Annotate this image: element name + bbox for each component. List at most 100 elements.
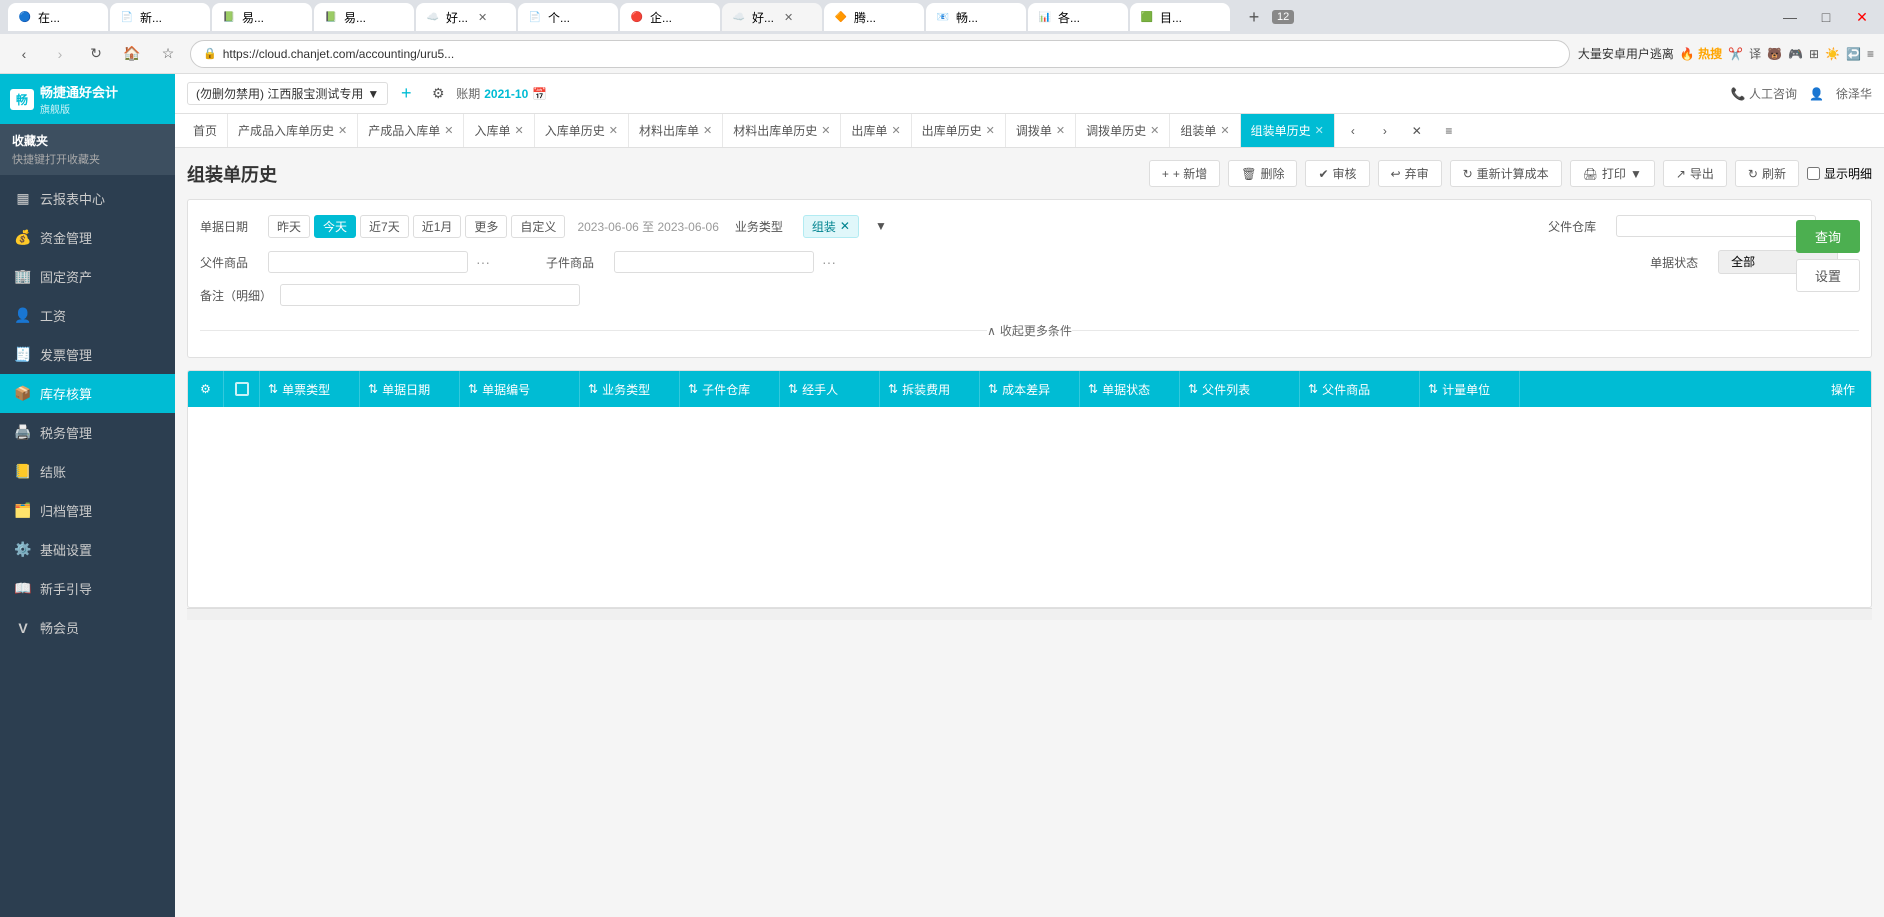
- parent-goods-more-icon[interactable]: ···: [476, 254, 490, 270]
- nav-tab-stock-out-hist-close[interactable]: ✕: [986, 124, 995, 137]
- select-all-checkbox[interactable]: [235, 382, 249, 396]
- abandon-button[interactable]: ↩ 弃审: [1378, 160, 1442, 187]
- tab-5[interactable]: ☁️ 好... ✕: [416, 3, 516, 31]
- th-bill-status-sort[interactable]: ⇅: [1088, 382, 1098, 396]
- query-button[interactable]: 查询: [1796, 220, 1860, 253]
- sidebar-item-closing[interactable]: 📒 结账: [0, 452, 175, 491]
- tab-1[interactable]: 🔵 在...: [8, 3, 108, 31]
- translate-icon[interactable]: 译: [1749, 45, 1761, 62]
- print-button[interactable]: 🖨 打印 ▼: [1570, 160, 1655, 187]
- nav-tab-stock-out-hist[interactable]: 出库单历史 ✕: [912, 114, 1006, 148]
- nav-tab-home[interactable]: 首页: [183, 114, 228, 148]
- sidebar-item-guide[interactable]: 📖 新手引导: [0, 569, 175, 608]
- company-selector[interactable]: (勿删勿禁用) 江西服宝测试专用 ▼: [187, 82, 388, 105]
- more-date-btn[interactable]: 更多: [465, 215, 507, 238]
- nav-tab-transfer-hist-close[interactable]: ✕: [1150, 124, 1159, 137]
- tab-3[interactable]: 📗 易...: [212, 3, 312, 31]
- tab-2[interactable]: 📄 新...: [110, 3, 210, 31]
- th-business-type-sort[interactable]: ⇅: [588, 382, 598, 396]
- tab-4[interactable]: 📗 易...: [314, 3, 414, 31]
- th-child-warehouse-sort[interactable]: ⇅: [688, 382, 698, 396]
- nav-tab-assembly-hist-close[interactable]: ✕: [1315, 124, 1324, 137]
- th-teardown-cost-sort[interactable]: ⇅: [888, 382, 898, 396]
- th-bill-type-sort[interactable]: ⇅: [268, 382, 278, 396]
- menu-icon[interactable]: ≡: [1867, 47, 1874, 61]
- nav-tab-stock-in[interactable]: 入库单 ✕: [464, 114, 534, 148]
- th-bill-no-sort[interactable]: ⇅: [468, 382, 478, 396]
- business-type-dropdown[interactable]: ▼: [867, 212, 895, 240]
- new-button[interactable]: + + 新增: [1149, 160, 1220, 187]
- scroll-left-button[interactable]: ‹: [1339, 117, 1367, 145]
- th-cost-diff-sort[interactable]: ⇅: [988, 382, 998, 396]
- address-bar[interactable]: 🔒 https://cloud.chanjet.com/accounting/u…: [190, 40, 1570, 68]
- th-bill-date-sort[interactable]: ⇅: [368, 382, 378, 396]
- nav-tab-transfer[interactable]: 调拨单 ✕: [1006, 114, 1076, 148]
- sidebar-item-tax[interactable]: 🖨️ 税务管理: [0, 413, 175, 452]
- nav-tab-stock-out-close[interactable]: ✕: [891, 124, 900, 137]
- horizontal-scrollbar[interactable]: [187, 608, 1872, 620]
- collapse-button[interactable]: ∧ 收起更多条件: [987, 316, 1072, 345]
- maximize-button[interactable]: □: [1812, 3, 1840, 31]
- audit-button[interactable]: ✔ 审核: [1305, 160, 1369, 187]
- bookmark-button[interactable]: ☆: [154, 40, 182, 68]
- customer-service[interactable]: 📞 人工咨询: [1731, 85, 1797, 102]
- nav-tab-product-in-hist[interactable]: 产成品入库单历史 ✕: [228, 114, 358, 148]
- today-btn[interactable]: 今天: [314, 215, 356, 238]
- nav-tab-stock-in-hist[interactable]: 入库单历史 ✕: [535, 114, 629, 148]
- show-detail-checkbox[interactable]: [1807, 167, 1820, 180]
- export-button[interactable]: ↗ 导出: [1663, 160, 1727, 187]
- sidebar-item-invoice[interactable]: 🧾 发票管理: [0, 335, 175, 374]
- reload-button[interactable]: ↻: [82, 40, 110, 68]
- nav-tab-stock-in-hist-close[interactable]: ✕: [609, 124, 618, 137]
- recalculate-button[interactable]: ↻ 重新计算成本: [1450, 160, 1562, 187]
- company-settings-button[interactable]: ⚙: [424, 80, 452, 108]
- nav-tab-material-out-hist[interactable]: 材料出库单历史 ✕: [723, 114, 841, 148]
- sidebar-item-payroll[interactable]: 👤 工资: [0, 296, 175, 335]
- last7days-btn[interactable]: 近7天: [360, 215, 409, 238]
- th-settings[interactable]: ⚙: [188, 371, 224, 407]
- tab-12[interactable]: 🟩 目...: [1130, 3, 1230, 31]
- child-goods-more-icon[interactable]: ···: [822, 254, 836, 270]
- sun-icon[interactable]: ☀️: [1825, 47, 1840, 61]
- tab-10[interactable]: 📧 畅...: [926, 3, 1026, 31]
- home-button[interactable]: 🏠: [118, 40, 146, 68]
- undo-icon[interactable]: ↩️: [1846, 47, 1861, 61]
- sidebar-item-member[interactable]: V 畅会员: [0, 608, 175, 647]
- nav-tab-material-out-hist-close[interactable]: ✕: [821, 124, 830, 137]
- close-button[interactable]: ✕: [1848, 3, 1876, 31]
- delete-button[interactable]: 🗑 删除: [1228, 160, 1297, 187]
- child-goods-input[interactable]: [614, 251, 814, 273]
- close-all-tabs-button[interactable]: ✕: [1403, 117, 1431, 145]
- sidebar-item-fixed-assets[interactable]: 🏢 固定资产: [0, 257, 175, 296]
- sidebar-item-reports[interactable]: ▦ 云报表中心: [0, 179, 175, 218]
- nav-tab-transfer-hist[interactable]: 调拨单历史 ✕: [1076, 114, 1170, 148]
- th-handler-sort[interactable]: ⇅: [788, 382, 798, 396]
- nav-tab-transfer-close[interactable]: ✕: [1056, 124, 1065, 137]
- scroll-right-button[interactable]: ›: [1371, 117, 1399, 145]
- nav-tab-product-in-hist-close[interactable]: ✕: [338, 124, 347, 137]
- nav-tab-product-in[interactable]: 产成品入库单 ✕: [358, 114, 464, 148]
- emoji-icon[interactable]: 🐻: [1767, 47, 1782, 61]
- tab-menu-button[interactable]: ≡: [1435, 117, 1463, 145]
- grid-icon[interactable]: ⊞: [1809, 47, 1819, 61]
- parent-goods-input[interactable]: [268, 251, 468, 273]
- tab-8-close-icon[interactable]: ✕: [784, 11, 793, 24]
- sidebar-item-inventory[interactable]: 📦 库存核算: [0, 374, 175, 413]
- th-parent-goods-sort[interactable]: ⇅: [1308, 382, 1318, 396]
- last1month-btn[interactable]: 近1月: [413, 215, 462, 238]
- parent-warehouse-input[interactable]: [1616, 215, 1816, 237]
- sidebar-item-funds[interactable]: 💰 资金管理: [0, 218, 175, 257]
- cut-icon[interactable]: ✂️: [1728, 47, 1743, 61]
- open-favorites-button[interactable]: 快捷键打开收藏夹: [12, 151, 163, 167]
- tab-7[interactable]: 🔴 企...: [620, 3, 720, 31]
- forward-button[interactable]: ›: [46, 40, 74, 68]
- yesterday-btn[interactable]: 昨天: [268, 215, 310, 238]
- tab-5-close-icon[interactable]: ✕: [478, 11, 487, 24]
- tab-11[interactable]: 📊 各...: [1028, 3, 1128, 31]
- tab-8[interactable]: ☁️ 好... ✕: [722, 3, 822, 31]
- add-company-button[interactable]: +: [392, 80, 420, 108]
- nav-tab-material-out-close[interactable]: ✕: [703, 124, 712, 137]
- custom-date-btn[interactable]: 自定义: [511, 215, 565, 238]
- game-icon[interactable]: 🎮: [1788, 47, 1803, 61]
- calendar-icon[interactable]: 📅: [532, 87, 547, 101]
